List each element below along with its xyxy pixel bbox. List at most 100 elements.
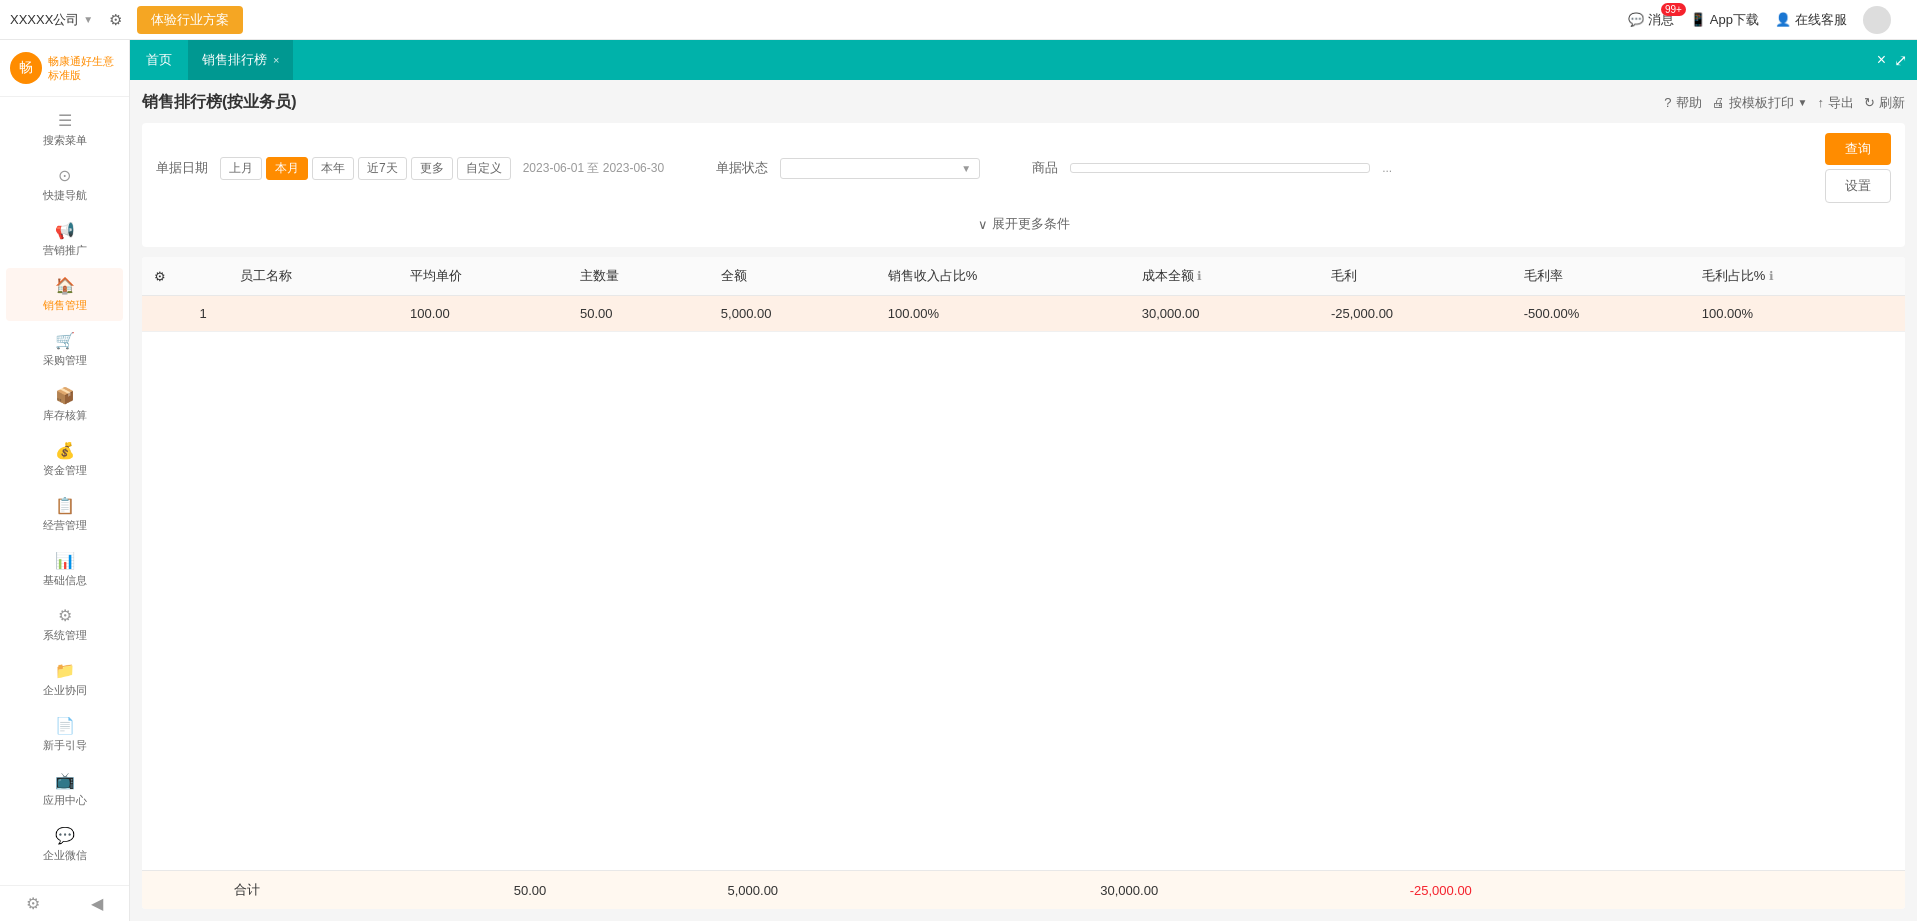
print-label: 按模板打印 [1729, 94, 1794, 112]
sidebar-item-label-shortcut: 快捷导航 [43, 188, 87, 203]
sidebar-item-label-system: 系统管理 [43, 628, 87, 643]
sidebar-item-label-inventory: 库存核算 [43, 408, 87, 423]
page-header: 销售排行榜(按业务员) ? 帮助 🖨 按模板打印 ▼ ↑ 导出 [142, 92, 1905, 113]
logo-text: 畅康通好生意 标准版 [48, 54, 114, 83]
sidebar-item-collab[interactable]: 📁 企业协同 [6, 653, 123, 706]
page-title: 销售排行榜(按业务员) [142, 92, 297, 113]
cell-settings [142, 296, 178, 332]
tab-bar-right: × ⤢ [1877, 51, 1917, 70]
tab-close-icon[interactable]: × [273, 54, 279, 66]
export-button[interactable]: ↑ 导出 [1818, 94, 1855, 112]
help-label: 帮助 [1676, 94, 1702, 112]
sidebar-item-sales[interactable]: 🏠 销售管理 [6, 268, 123, 321]
cost-help-icon[interactable]: ℹ [1197, 269, 1202, 283]
app-download-button[interactable]: 📱 App下载 [1690, 11, 1759, 29]
status-dropdown-arrow: ▼ [961, 163, 971, 174]
online-service-button[interactable]: 👤 在线客服 [1775, 11, 1847, 29]
system-icon: ⚙ [58, 606, 72, 625]
cell-rank: 1 [178, 296, 228, 332]
sidebar-item-member[interactable]: ◇ 畅会员 [6, 873, 123, 885]
date-btn-7days[interactable]: 近7天 [358, 157, 407, 180]
summary-label: 合计 [222, 871, 411, 910]
more-filters-btn[interactable]: ... [1382, 161, 1392, 175]
query-button[interactable]: 查询 [1825, 133, 1891, 165]
goods-input[interactable] [1070, 163, 1370, 173]
tab-home[interactable]: 首页 [130, 40, 188, 80]
trial-button[interactable]: 体验行业方案 [137, 6, 243, 34]
cell-sales-pct: 100.00% [876, 296, 1130, 332]
date-btn-last-month[interactable]: 上月 [220, 157, 262, 180]
tab-maximize-icon[interactable]: ⤢ [1894, 51, 1907, 70]
refresh-label: 刷新 [1879, 94, 1905, 112]
date-btn-custom[interactable]: 自定义 [457, 157, 511, 180]
date-btn-more[interactable]: 更多 [411, 157, 453, 180]
summary-table: 合计 50.00 5,000.00 30,000.00 -25,000.00 [142, 870, 1905, 909]
col-name: 员工名称 [228, 257, 398, 296]
sidebar-item-guide[interactable]: 📄 新手引导 [6, 708, 123, 761]
col-quantity: 主数量 [568, 257, 709, 296]
purchase-icon: 🛒 [55, 331, 75, 350]
summary-cost-amount: 30,000.00 [1088, 871, 1397, 910]
user-avatar[interactable] [1863, 6, 1891, 34]
col-cost-amount: 成本全额 ℹ [1130, 257, 1319, 296]
status-filter-label: 单据状态 [716, 159, 768, 177]
sidebar-item-label-wechat: 企业微信 [43, 848, 87, 863]
top-right: 💬 消息 99+ 📱 App下载 👤 在线客服 [1628, 6, 1907, 34]
date-filter-label: 单据日期 [156, 159, 208, 177]
cell-amount: 5,000.00 [709, 296, 876, 332]
tab-sales-rank[interactable]: 销售排行榜 × [188, 40, 293, 80]
sidebar-item-shortcut[interactable]: ⊙ 快捷导航 [6, 158, 123, 211]
summary-row: 合计 50.00 5,000.00 30,000.00 -25,000.00 [142, 871, 1905, 910]
expand-label: 展开更多条件 [992, 215, 1070, 233]
date-shortcuts: 上月 本月 本年 近7天 更多 自定义 [220, 157, 511, 180]
table-body: 1 100.00 50.00 5,000.00 100.00% 30,000.0… [142, 296, 1905, 332]
filter-action-btns: 查询 设置 [1825, 133, 1891, 203]
sidebar-item-appcenter[interactable]: 📺 应用中心 [6, 763, 123, 816]
sidebar-item-label-appcenter: 应用中心 [43, 793, 87, 808]
date-range: 2023-06-01 至 2023-06-30 [523, 160, 664, 177]
base-icon: 📊 [55, 551, 75, 570]
sidebar-item-label-sales: 销售管理 [43, 298, 87, 313]
sidebar-item-label-collab: 企业协同 [43, 683, 87, 698]
expand-more-btn[interactable]: ∨ 展开更多条件 [978, 211, 1070, 237]
gross-pct-help-icon[interactable]: ℹ [1769, 269, 1774, 283]
message-button[interactable]: 💬 消息 99+ [1628, 11, 1674, 29]
sidebar-collapse-icon[interactable]: ◀ [91, 894, 103, 913]
sales-icon: 🏠 [55, 276, 75, 295]
summary-quantity: 50.00 [502, 871, 716, 910]
settings-icon[interactable]: ⚙ [101, 6, 129, 34]
status-select[interactable]: ▼ [780, 158, 980, 179]
sidebar-item-search[interactable]: ☰ 搜索菜单 [6, 103, 123, 156]
sidebar-item-system[interactable]: ⚙ 系统管理 [6, 598, 123, 651]
summary-gross-profit: -25,000.00 [1398, 871, 1724, 910]
print-button[interactable]: 🖨 按模板打印 ▼ [1712, 94, 1808, 112]
sidebar-item-base[interactable]: 📊 基础信息 [6, 543, 123, 596]
table-wrapper[interactable]: ⚙ 员工名称 平均单价 主数量 全额 销售收入占比% 成本全额 ℹ 毛 [142, 257, 1905, 870]
date-btn-this-year[interactable]: 本年 [312, 157, 354, 180]
help-button[interactable]: ? 帮助 [1664, 94, 1701, 112]
sidebar-item-wechat[interactable]: 💬 企业微信 [6, 818, 123, 871]
sidebar-item-inventory[interactable]: 📦 库存核算 [6, 378, 123, 431]
message-icon: 💬 [1628, 12, 1644, 27]
main-layout: 畅 畅康通好生意 标准版 ☰ 搜索菜单 ⊙ 快捷导航 📢 营销推广 🏠 销售管理 [0, 40, 1917, 921]
summary-gross-rate [1723, 871, 1814, 910]
sidebar-item-marketing[interactable]: 📢 营销推广 [6, 213, 123, 266]
summary-avg-price [411, 871, 502, 910]
summary-sales-pct [998, 871, 1089, 910]
sidebar-item-operation[interactable]: 📋 经营管理 [6, 488, 123, 541]
print-dropdown-arrow: ▼ [1798, 97, 1808, 108]
sidebar-settings-icon[interactable]: ⚙ [26, 894, 40, 913]
col-settings[interactable]: ⚙ [142, 257, 178, 296]
table-row: 1 100.00 50.00 5,000.00 100.00% 30,000.0… [142, 296, 1905, 332]
sidebar-item-finance[interactable]: 💰 资金管理 [6, 433, 123, 486]
message-badge: 99+ [1661, 3, 1686, 16]
refresh-icon: ↻ [1864, 95, 1875, 110]
app-icon: 📱 [1690, 12, 1706, 27]
company-dropdown[interactable]: XXXXX公司 ▼ [10, 11, 93, 29]
date-btn-this-month[interactable]: 本月 [266, 157, 308, 180]
expand-arrow-icon: ∨ [978, 217, 988, 232]
sidebar-item-purchase[interactable]: 🛒 采购管理 [6, 323, 123, 376]
setting-button[interactable]: 设置 [1825, 169, 1891, 203]
tab-close-all-icon[interactable]: × [1877, 51, 1886, 69]
refresh-button[interactable]: ↻ 刷新 [1864, 94, 1905, 112]
